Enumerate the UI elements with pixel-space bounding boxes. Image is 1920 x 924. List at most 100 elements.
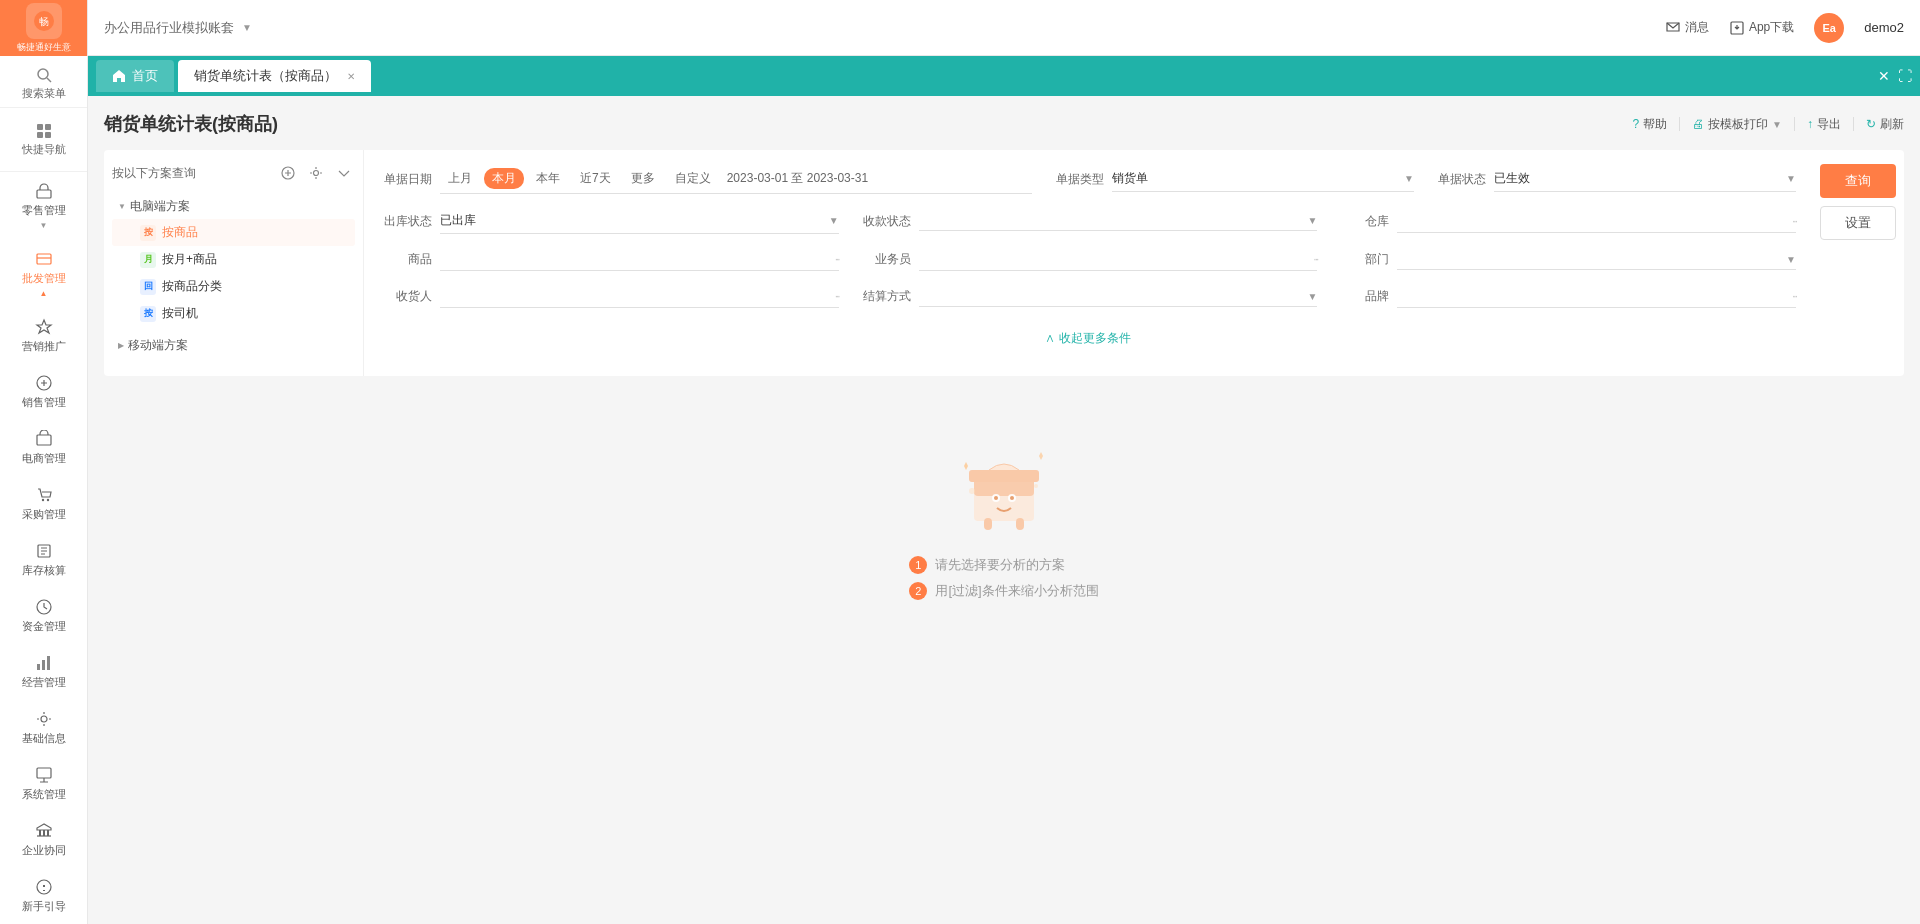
workspace-selector: 办公用品行业模拟账套 ▼ [104,19,252,37]
sidebar-item-inventory[interactable]: 库存核算 [0,532,87,588]
sidebar-item-operations[interactable]: 经营管理 [0,644,87,700]
query-button[interactable]: 查询 [1820,164,1896,198]
brand-control[interactable]: ··· [1397,285,1796,308]
settlement-control[interactable]: ▼ [919,287,1318,307]
refresh-button[interactable]: ↻ 刷新 [1866,116,1904,133]
svg-point-40 [1010,496,1014,500]
scheme-item-by-product-icon: 按 [140,225,156,241]
sidebar-item-purchase[interactable]: 采购管理 [0,476,87,532]
user-avatar[interactable]: Ea [1814,13,1844,43]
date-tab-last-month[interactable]: 上月 [440,168,480,189]
date-tab-this-year[interactable]: 本年 [528,168,568,189]
messages-button[interactable]: 消息 [1665,19,1709,36]
sidebar-item-ecommerce[interactable]: 电商管理 [0,420,87,476]
warehouse-label: 仓库 [1337,213,1397,230]
set-button[interactable]: 设置 [1820,206,1896,240]
sidebar-item-marketing[interactable]: 营销推广 [0,308,87,364]
scheme-group-mobile-label: 移动端方案 [128,337,188,354]
sidebar-item-basics[interactable]: 基础信息 [0,700,87,756]
filter-content: 单据日期 上月 本月 本年 近7天 更多 自定义 [364,150,1812,376]
workspace-label: 办公用品行业模拟账套 [104,19,234,37]
help-button[interactable]: ? 帮助 [1632,116,1667,133]
salesperson-control[interactable]: ··· [919,248,1318,271]
receiver-control[interactable]: ··· [440,285,839,308]
sidebar-item-system[interactable]: 系统管理 [0,756,87,812]
dept-control[interactable]: ▼ [1397,250,1796,270]
doc-type-control[interactable]: 销货单 ▼ [1112,166,1414,192]
search-menu-button[interactable]: 搜索菜单 [8,66,79,101]
tab-sales-stats[interactable]: 销货单统计表（按商品） ✕ [178,60,371,92]
svg-text:畅: 畅 [39,16,49,27]
tab-home[interactable]: 首页 [96,60,174,92]
scheme-group-mobile-header[interactable]: ▶ 移动端方案 [112,333,355,358]
close-tab-window-button[interactable]: ✕ [1878,68,1890,84]
svg-point-13 [41,499,43,501]
sidebar-item-wholesale[interactable]: 批发管理 ▲ [0,240,87,308]
sidebar-item-sales[interactable]: 销售管理 [0,364,87,420]
scheme-group-desktop-header[interactable]: ▼ 电脑端方案 [112,194,355,219]
warehouse-dots-icon: ··· [1792,214,1796,228]
out-status-control[interactable]: 已出库 ▼ [440,208,839,234]
scheme-item-by-month-product[interactable]: 月 按月+商品 [112,246,355,273]
scheme-panel-title: 按以下方案查询 [112,165,196,182]
scheme-item-by-cashier[interactable]: 按 按司机 [112,300,355,327]
scheme-collapse-button[interactable] [333,162,355,184]
payment-status-control[interactable]: ▼ [919,211,1318,231]
tip-text-1: 请先选择要分析的方案 [935,556,1065,574]
tip-number-1: 1 [909,556,927,574]
scheme-item-by-product[interactable]: 按 按商品 [112,219,355,246]
svg-rect-5 [45,124,51,130]
app-logo[interactable]: 畅 畅捷通好生意 [0,0,87,56]
sidebar-item-enterprise[interactable]: 企业协同 [0,812,87,868]
sidebar-item-guide[interactable]: 新手引导 [0,868,87,924]
tab-close-icon[interactable]: ✕ [347,71,355,82]
doc-type-value: 销货单 [1112,170,1148,187]
product-label: 商品 [380,251,440,268]
out-status-arrow-icon: ▼ [829,215,839,226]
dept-arrow-icon: ▼ [1786,254,1796,265]
logo-icon: 畅 [26,3,62,39]
scheme-add-button[interactable] [277,162,299,184]
svg-rect-9 [37,254,51,264]
app-subtitle: 畅捷通好生意 [17,41,71,54]
expand-window-button[interactable]: ⛶ [1898,68,1912,84]
date-tab-this-month[interactable]: 本月 [484,168,524,189]
filter-product: 商品 ··· [380,248,839,271]
sidebar-item-retail[interactable]: 零售管理 ▼ [0,172,87,240]
svg-rect-4 [37,124,43,130]
scheme-item-by-category[interactable]: 回 按商品分类 [112,273,355,300]
doc-type-arrow-icon: ▼ [1404,173,1414,184]
product-control[interactable]: ··· [440,248,839,271]
tip-text-2: 用[过滤]条件来缩小分析范围 [935,582,1098,600]
salesperson-label: 业务员 [859,251,919,268]
scheme-group-desktop-label: 电脑端方案 [130,198,190,215]
help-icon: ? [1632,117,1639,131]
svg-rect-22 [43,830,45,836]
page-actions: ? 帮助 🖨 按模板打印 ▼ ↑ 导出 ↻ 刷新 [1632,116,1904,133]
sidebar-item-finance[interactable]: 资金管理 [0,588,87,644]
date-tab-last-7-days[interactable]: 近7天 [572,168,619,189]
scheme-item-by-product-label: 按商品 [162,224,198,241]
date-tab-more[interactable]: 更多 [623,168,663,189]
page-title: 销货单统计表(按商品) [104,112,278,136]
svg-rect-20 [37,768,51,778]
app-download-button[interactable]: App下载 [1729,19,1794,36]
scheme-item-month-label: 按月+商品 [162,251,217,268]
date-tab-custom[interactable]: 自定义 [667,168,719,189]
collapse-button[interactable]: ∧ 收起更多条件 [1045,330,1130,347]
scheme-settings-button[interactable] [305,162,327,184]
quick-nav-section: 快捷导航 [0,108,87,172]
svg-rect-21 [39,830,41,836]
export-button[interactable]: ↑ 导出 [1807,116,1841,133]
svg-rect-16 [37,664,40,670]
workspace-dropdown-icon[interactable]: ▼ [242,22,252,33]
date-filter: 上月 本月 本年 近7天 更多 自定义 2023-03-01 至 2023-03… [440,168,868,189]
quick-nav-button[interactable]: 快捷导航 [0,114,87,165]
warehouse-control[interactable]: ··· [1397,210,1796,233]
filter-dept: 部门 ▼ [1337,250,1796,270]
tab-bar: 首页 销货单统计表（按商品） ✕ ✕ ⛶ [88,56,1920,96]
doc-status-value: 已生效 [1494,170,1530,187]
doc-status-control[interactable]: 已生效 ▼ [1494,166,1796,192]
tab-sales-stats-label: 销货单统计表（按商品） [194,67,337,85]
print-button[interactable]: 🖨 按模板打印 ▼ [1692,116,1782,133]
